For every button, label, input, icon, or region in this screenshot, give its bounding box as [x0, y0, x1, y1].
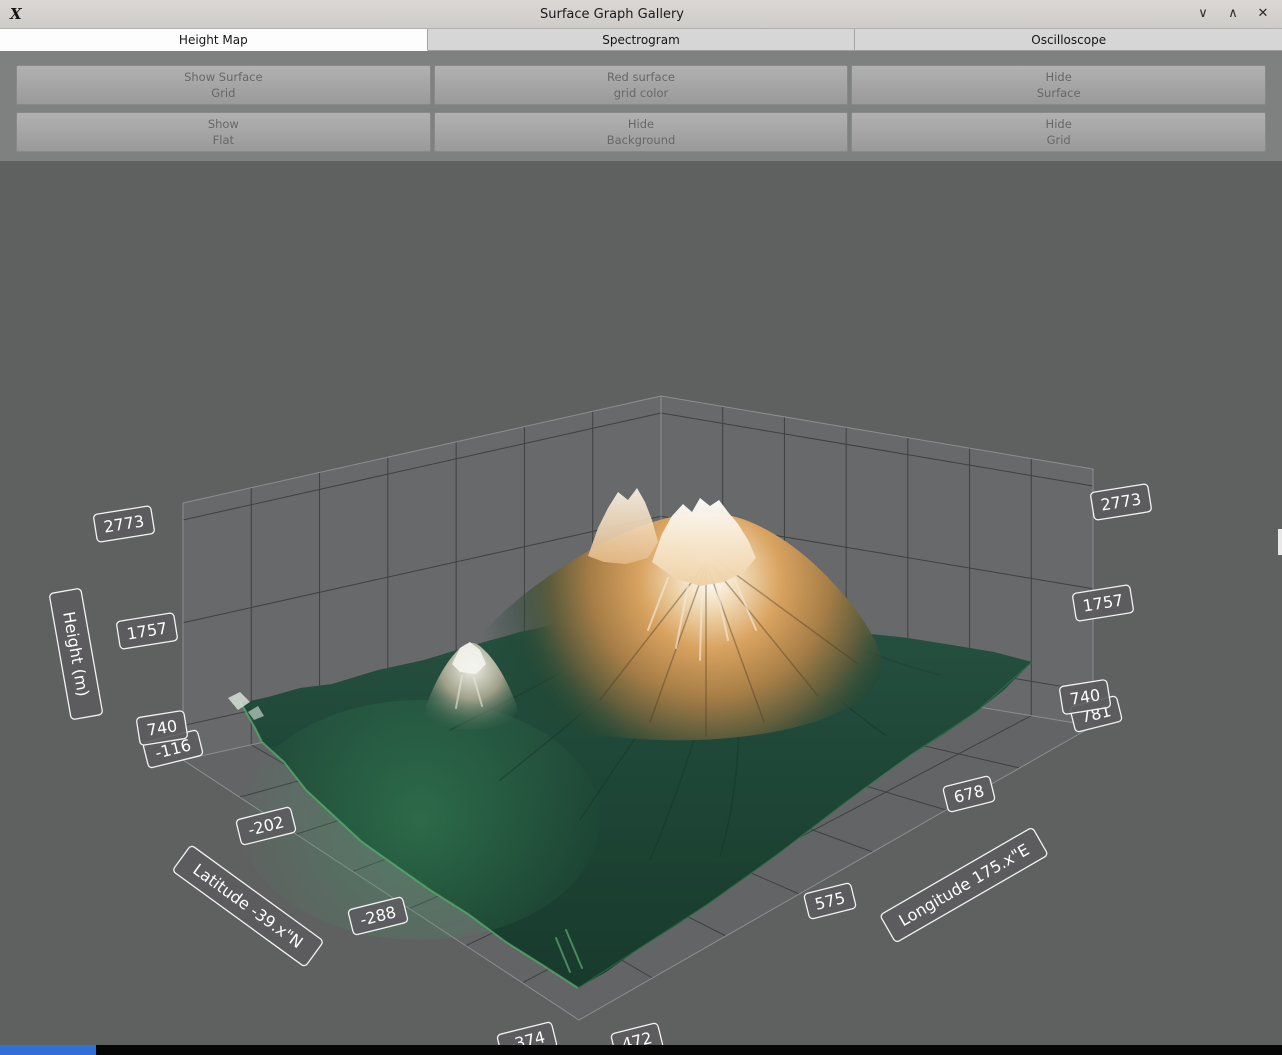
- button-label: Hide: [852, 69, 1265, 85]
- taskbar-strip: [0, 1045, 1282, 1055]
- button-label: Background: [435, 132, 848, 148]
- longitude-tick: 472: [611, 1023, 664, 1045]
- plot-area: Height (m) 2773 1757 -116: [0, 161, 1282, 1045]
- button-label: Show Surface: [17, 69, 430, 85]
- hide-grid-button[interactable]: Hide Grid: [851, 112, 1266, 152]
- window-title: Surface Graph Gallery: [30, 7, 1194, 22]
- longitude-tick: 575: [804, 883, 857, 920]
- svg-text:Longitude 175.x"E: Longitude 175.x"E: [895, 840, 1032, 930]
- hide-background-button[interactable]: Hide Background: [434, 112, 849, 152]
- tab-height-map[interactable]: Height Map: [0, 29, 428, 51]
- latitude-tick: -374: [497, 1022, 558, 1045]
- show-flat-button[interactable]: Show Flat: [16, 112, 431, 152]
- show-surface-grid-button[interactable]: Show Surface Grid: [16, 65, 431, 105]
- button-label: Hide: [852, 116, 1265, 132]
- button-label: grid color: [435, 85, 848, 101]
- button-label: Hide: [435, 116, 848, 132]
- button-label: Red surface: [435, 69, 848, 85]
- application-window: X Surface Graph Gallery ∨ ∧ ✕ Height Map…: [0, 0, 1282, 1055]
- taskbar-accent: [0, 1045, 96, 1055]
- button-label: Show: [17, 116, 430, 132]
- button-label: Surface: [852, 85, 1265, 101]
- height-axis-title: Height (m): [49, 588, 103, 720]
- hide-surface-button[interactable]: Hide Surface: [851, 65, 1266, 105]
- button-label: Flat: [17, 132, 430, 148]
- app-icon: X: [10, 5, 30, 23]
- height-tick: 1757: [116, 613, 178, 650]
- tab-bar: Height Map Spectrogram Oscilloscope: [0, 29, 1282, 51]
- button-label: Grid: [852, 132, 1265, 148]
- close-icon[interactable]: ✕: [1254, 5, 1272, 23]
- tab-spectrogram[interactable]: Spectrogram: [428, 29, 856, 51]
- window-edge-artifact: [1278, 529, 1282, 555]
- height-tick: 2773: [93, 506, 155, 543]
- toolbar: Show Surface Grid Red surface grid color…: [0, 51, 1282, 161]
- button-label: Grid: [17, 85, 430, 101]
- maximize-icon[interactable]: ∧: [1224, 5, 1242, 23]
- minimize-icon[interactable]: ∨: [1194, 5, 1212, 23]
- tab-oscilloscope[interactable]: Oscilloscope: [855, 29, 1282, 51]
- surface-plot-canvas[interactable]: Height (m) 2773 1757 -116: [0, 161, 1282, 1045]
- surface-grid-color-button[interactable]: Red surface grid color: [434, 65, 849, 105]
- longitude-axis-title: Longitude 175.x"E: [880, 827, 1048, 943]
- height-tick: 2773: [1090, 484, 1152, 521]
- window-controls: ∨ ∧ ✕: [1194, 5, 1272, 23]
- titlebar: X Surface Graph Gallery ∨ ∧ ✕: [0, 0, 1282, 29]
